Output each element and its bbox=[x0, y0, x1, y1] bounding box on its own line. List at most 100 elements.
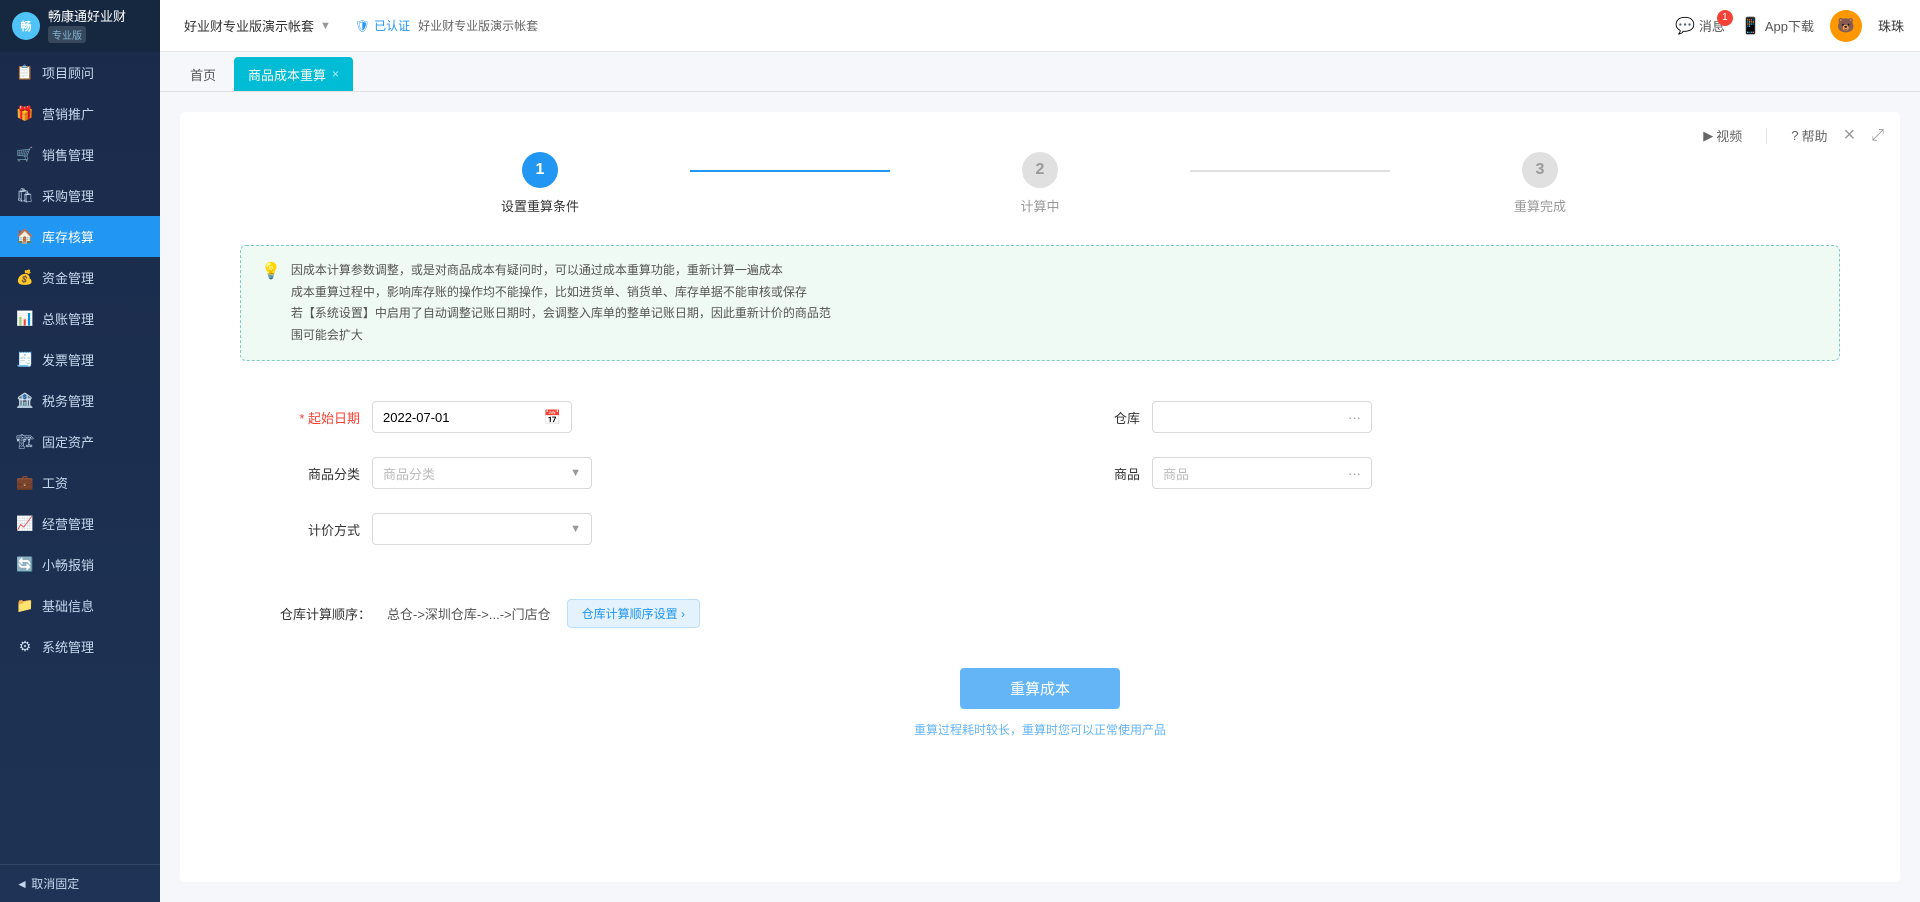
finance-icon: 💰 bbox=[16, 269, 34, 287]
sidebar-item-label: 基础信息 bbox=[42, 596, 94, 615]
app-name: 畅康通好业财 bbox=[48, 9, 126, 25]
user-name: 珠珠 bbox=[1878, 16, 1904, 35]
app-edition: 专业版 bbox=[48, 26, 86, 43]
sidebar-item-assets[interactable]: 🏗 固定资产 bbox=[0, 421, 160, 462]
assets-icon: 🏗 bbox=[16, 433, 34, 451]
sidebar-item-label: 采购管理 bbox=[42, 186, 94, 205]
tax-icon: 🏦 bbox=[16, 392, 34, 410]
form-section: * 起始日期 📅 仓库 ··· bbox=[180, 391, 1900, 599]
marketing-icon: 🎁 bbox=[16, 105, 34, 123]
goods-ellipsis-icon[interactable]: ··· bbox=[1348, 466, 1361, 481]
warehouse-order-row: 仓库计算顺序： 总仓->深圳仓库->...->门店仓 仓库计算顺序设置 › bbox=[180, 599, 1900, 628]
warehouse-label: 仓库 bbox=[1060, 408, 1140, 427]
salary-icon: 💼 bbox=[16, 474, 34, 492]
sidebar-item-tax[interactable]: 🏦 税务管理 bbox=[0, 380, 160, 421]
sidebar-item-accounting[interactable]: 📊 总账管理 bbox=[0, 298, 160, 339]
sidebar-item-salary[interactable]: 💼 工资 bbox=[0, 462, 160, 503]
accounting-icon: 📊 bbox=[16, 310, 34, 328]
sidebar-item-label: 销售管理 bbox=[42, 145, 94, 164]
sidebar-item-label: 小畅报销 bbox=[42, 555, 94, 574]
project-icon: 📋 bbox=[16, 64, 34, 82]
sidebar-header: 畅 畅康通好业财 专业版 bbox=[0, 0, 160, 52]
start-date-input[interactable] bbox=[383, 410, 544, 425]
sidebar-item-sales[interactable]: 🛒 销售管理 bbox=[0, 134, 160, 175]
step-2-label: 计算中 bbox=[1020, 196, 1059, 215]
tab-close-icon[interactable]: × bbox=[332, 67, 339, 81]
recalc-button[interactable]: 重算成本 bbox=[960, 668, 1120, 709]
step-3-number: 3 bbox=[1536, 161, 1545, 179]
goods-label: 商品 bbox=[1060, 464, 1140, 483]
sidebar-item-project[interactable]: 📋 项目顾问 bbox=[0, 52, 160, 93]
step-1-number: 1 bbox=[536, 161, 545, 179]
user-avatar[interactable]: 🐻 bbox=[1830, 10, 1862, 42]
sidebar-item-basic[interactable]: 📁 基础信息 bbox=[0, 585, 160, 626]
step-line-1 bbox=[690, 170, 890, 172]
sidebar-item-system[interactable]: ⚙ 系统管理 bbox=[0, 626, 160, 667]
sidebar: 畅 畅康通好业财 专业版 📋 项目顾问 🎁 营销推广 🛒 销售管理 🛍 采购管理… bbox=[0, 0, 160, 902]
pricing-select[interactable]: ▼ bbox=[372, 513, 592, 545]
pricing-field: 计价方式 ▼ bbox=[280, 513, 1020, 545]
basic-icon: 📁 bbox=[16, 597, 34, 615]
goods-field: 商品 商品 ··· bbox=[1060, 457, 1800, 489]
warehouse-field: 仓库 ··· bbox=[1060, 401, 1800, 433]
sidebar-item-invoice[interactable]: 🧾 发票管理 bbox=[0, 339, 160, 380]
calendar-icon[interactable]: 📅 bbox=[544, 409, 561, 426]
expense-icon: 🔄 bbox=[16, 556, 34, 574]
warehouse-order-value: 总仓->深圳仓库->...->门店仓 bbox=[387, 604, 551, 623]
goods-input[interactable]: 商品 ··· bbox=[1152, 457, 1372, 489]
sidebar-item-label: 发票管理 bbox=[42, 350, 94, 369]
sidebar-item-label: 项目顾问 bbox=[42, 63, 94, 82]
shield-icon: 🛡 bbox=[355, 19, 370, 33]
tabs-bar: 首页 商品成本重算 × bbox=[160, 52, 1920, 92]
step-2-circle: 2 bbox=[1022, 152, 1058, 188]
tab-home[interactable]: 首页 bbox=[176, 57, 230, 91]
sales-icon: 🛒 bbox=[16, 146, 34, 164]
app-logo: 畅 bbox=[12, 12, 40, 40]
sidebar-item-label: 库存核算 bbox=[42, 227, 94, 246]
sidebar-item-label: 总账管理 bbox=[42, 309, 94, 328]
warehouse-input[interactable]: ··· bbox=[1152, 401, 1372, 433]
main-wrapper: 好业财专业版演示帐套 ▼ 🛡 已认证 好业财专业版演示帐套 💬 消息 1 📱 A… bbox=[160, 0, 1920, 902]
recalc-btn-label: 重算成本 bbox=[1010, 681, 1070, 698]
sidebar-unpin[interactable]: ◄ 取消固定 bbox=[0, 864, 160, 902]
mobile-icon: 📱 bbox=[1741, 16, 1761, 36]
start-date-input-wrapper[interactable]: 📅 bbox=[372, 401, 572, 433]
content-area: ▶ 视频 ? 帮助 × ⤢ 1 设置重算条件 bbox=[160, 92, 1920, 902]
pricing-chevron-icon: ▼ bbox=[570, 523, 581, 535]
message-badge: 1 bbox=[1717, 10, 1733, 26]
warehouse-order-settings-button[interactable]: 仓库计算顺序设置 › bbox=[567, 599, 700, 628]
warehouse-order-label: 仓库计算顺序： bbox=[280, 604, 371, 623]
invoice-icon: 🧾 bbox=[16, 351, 34, 369]
category-select[interactable]: 商品分类 ▼ bbox=[372, 457, 592, 489]
sidebar-item-finance[interactable]: 💰 资金管理 bbox=[0, 257, 160, 298]
form-row-1: * 起始日期 📅 仓库 ··· bbox=[280, 401, 1800, 433]
start-date-field: * 起始日期 📅 bbox=[280, 401, 1020, 433]
app-download-label: App下载 bbox=[1765, 16, 1814, 35]
sidebar-item-label: 税务管理 bbox=[42, 391, 94, 410]
step-indicator: 1 设置重算条件 2 计算中 3 重算完成 bbox=[180, 112, 1900, 245]
step-line-2 bbox=[1190, 170, 1390, 172]
category-chevron-icon: ▼ bbox=[570, 467, 581, 479]
sidebar-item-expense[interactable]: 🔄 小畅报销 bbox=[0, 544, 160, 585]
warehouse-ellipsis-icon[interactable]: ··· bbox=[1348, 410, 1361, 425]
sidebar-item-business[interactable]: 📈 经营管理 bbox=[0, 503, 160, 544]
sidebar-item-label: 资金管理 bbox=[42, 268, 94, 287]
inventory-icon: 🏠 bbox=[16, 228, 34, 246]
step-2: 2 计算中 bbox=[890, 152, 1190, 215]
account-selector[interactable]: 好业财专业版演示帐套 ▼ bbox=[176, 12, 339, 39]
form-row-3: 计价方式 ▼ bbox=[280, 513, 1800, 545]
sidebar-item-purchase[interactable]: 🛍 采购管理 bbox=[0, 175, 160, 216]
category-label: 商品分类 bbox=[280, 464, 360, 483]
unpin-label: ◄ 取消固定 bbox=[16, 875, 79, 892]
tab-recalc[interactable]: 商品成本重算 × bbox=[234, 57, 353, 91]
account-name: 好业财专业版演示帐套 bbox=[184, 16, 314, 35]
app-download-action[interactable]: 📱 App下载 bbox=[1741, 16, 1814, 36]
sidebar-item-marketing[interactable]: 🎁 营销推广 bbox=[0, 93, 160, 134]
topbar-left: 好业财专业版演示帐套 ▼ 🛡 已认证 好业财专业版演示帐套 bbox=[176, 12, 1675, 39]
verified-label: 已认证 bbox=[374, 17, 410, 34]
message-action[interactable]: 💬 消息 1 bbox=[1675, 16, 1725, 36]
step-3-circle: 3 bbox=[1522, 152, 1558, 188]
topbar: 好业财专业版演示帐套 ▼ 🛡 已认证 好业财专业版演示帐套 💬 消息 1 📱 A… bbox=[160, 0, 1920, 52]
category-field: 商品分类 商品分类 ▼ bbox=[280, 457, 1020, 489]
sidebar-item-inventory[interactable]: 🏠 库存核算 bbox=[0, 216, 160, 257]
